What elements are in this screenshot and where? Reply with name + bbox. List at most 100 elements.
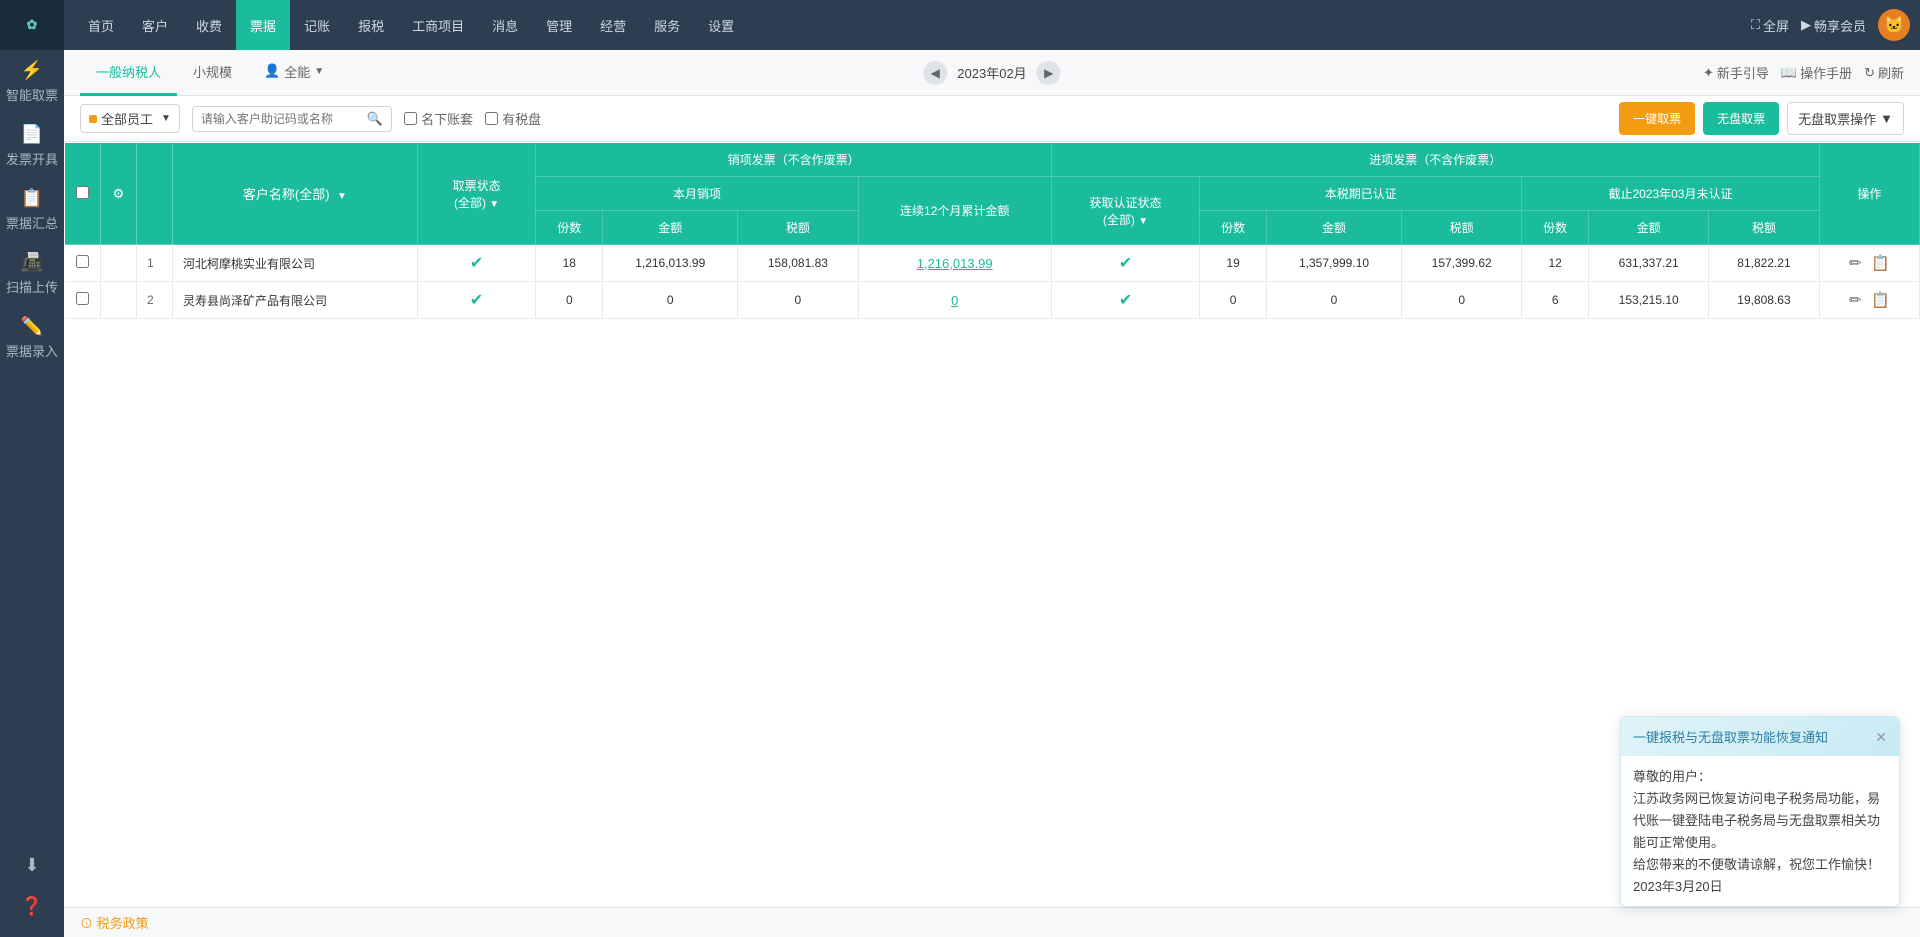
sidebar-item-label: 票据录入: [6, 341, 58, 360]
notification-title: 一键报税与无盘取票功能恢复通知: [1633, 727, 1828, 746]
tab-small-scale[interactable]: 小规模: [177, 50, 248, 96]
continuous12-link[interactable]: 1,216,013.99: [917, 256, 993, 271]
nav-business[interactable]: 工商项目: [398, 0, 478, 50]
fullscreen-icon: ⛶: [1751, 17, 1760, 33]
nav-management[interactable]: 管理: [532, 0, 586, 50]
td-purch-cert-tax: 0: [1402, 282, 1522, 319]
td-purch-cert-count: 0: [1200, 282, 1267, 319]
sidebar-item-label: 票据汇总: [6, 213, 58, 232]
guide-icon: ✦: [1703, 65, 1714, 81]
sidebar-item-invoice-entry[interactable]: ✏️ 票据录入: [0, 306, 64, 370]
nav-billing[interactable]: 收费: [182, 0, 236, 50]
nav-customer[interactable]: 客户: [128, 0, 182, 50]
check-icon: ✔: [470, 292, 483, 309]
tabbar-right-actions: ✦ 新手引导 📖 操作手册 ↻ 刷新: [1703, 63, 1904, 82]
td-checkbox: [65, 245, 101, 282]
filter-icon[interactable]: ▼: [1138, 216, 1148, 227]
account-checkbox-input[interactable]: [404, 112, 417, 125]
new-guide-button[interactable]: ✦ 新手引导: [1703, 63, 1769, 82]
td-settings: [101, 245, 137, 282]
refresh-icon: ↻: [1864, 65, 1875, 81]
filter-icon[interactable]: ▼: [489, 199, 499, 210]
th-sales-count: 份数: [536, 211, 603, 245]
no-disk-operation-button[interactable]: 无盘取票操作 ▼: [1787, 102, 1904, 135]
td-purch-uncert-tax: 81,822.21: [1709, 245, 1819, 282]
notification-panel: 一键报税与无盘取票功能恢复通知 ✕ 尊敬的用户： 江苏政务网已恢复访问电子税务局…: [1620, 716, 1900, 907]
th-checkbox: [65, 143, 101, 245]
nav-tax[interactable]: 报税: [344, 0, 398, 50]
th-purch-cert-tax: 税额: [1402, 211, 1522, 245]
topnav-right: ⛶ 全屏 ▶ 畅享会员 🐱: [1751, 9, 1910, 41]
th-sales-amount: 金额: [603, 211, 738, 245]
tab-general-taxpayer[interactable]: 一般纳税人: [80, 50, 177, 96]
th-this-month-sales: 本月销项: [536, 177, 858, 211]
user-icon: 👤: [264, 63, 280, 79]
td-purch-uncert-tax: 19,808.63: [1709, 282, 1819, 319]
prev-period-button[interactable]: ◀: [923, 61, 947, 85]
nav-message[interactable]: 消息: [478, 0, 532, 50]
settings-icon[interactable]: ⚙: [113, 186, 125, 201]
nav-operation[interactable]: 经营: [586, 0, 640, 50]
sidebar-logo[interactable]: ✿: [0, 0, 64, 50]
status-bar: ⊙ 税务政策: [64, 907, 1920, 937]
nav-home[interactable]: 首页: [74, 0, 128, 50]
row-checkbox[interactable]: [76, 292, 89, 305]
customer-search-input[interactable]: [201, 112, 361, 126]
td-purch-uncert-count: 12: [1522, 245, 1589, 282]
notification-close-button[interactable]: ✕: [1875, 730, 1887, 744]
scan-upload-icon: 📠: [21, 252, 43, 273]
td-sales-tax: 0: [738, 282, 858, 319]
td-cert-status: ✔: [1051, 282, 1199, 319]
invoice-open-icon: 📄: [21, 124, 43, 145]
search-icon[interactable]: 🔍: [367, 111, 383, 127]
invoice-summary-icon: 📋: [21, 188, 43, 209]
sidebar-item-invoice-summary[interactable]: 📋 票据汇总: [0, 178, 64, 242]
fullscreen-button[interactable]: ⛶ 全屏: [1751, 16, 1789, 35]
invoice-table: ⚙ 客户名称(全部) ▼ 取票状态(全部) ▼ 销项发票（不含作废票） 进项发票…: [64, 142, 1920, 319]
sidebar-item-help[interactable]: ❓: [0, 886, 64, 927]
one-click-fetch-button[interactable]: 一键取票: [1619, 102, 1695, 135]
td-purch-uncert-amount: 153,215.10: [1589, 282, 1709, 319]
download-icon: ⬇: [24, 855, 39, 876]
tab-bar: 一般纳税人 小规模 👤 全能 ▼ ◀ 2023年02月 ▶ ✦ 新手引导: [64, 50, 1920, 96]
edit-icon[interactable]: ✏: [1849, 255, 1862, 272]
account-filter-checkbox[interactable]: 名下账套: [404, 109, 473, 128]
tax-policy-link[interactable]: ⊙ 税务政策: [80, 913, 149, 932]
user-avatar[interactable]: 🐱: [1878, 9, 1910, 41]
sidebar-item-smart-fetch[interactable]: ⚡ 智能取票: [0, 50, 64, 114]
tax-disk-filter-checkbox[interactable]: 有税盘: [485, 109, 541, 128]
th-continuous12: 连续12个月累计金额: [858, 177, 1051, 245]
check-icon: ✔: [470, 255, 483, 272]
select-all-checkbox[interactable]: [76, 186, 89, 199]
detail-icon[interactable]: 📋: [1871, 292, 1890, 309]
table-row: 1 河北柯摩桃实业有限公司 ✔ 18 1,216,013.99 158,081.…: [65, 245, 1920, 282]
filter-icon[interactable]: ▼: [337, 191, 347, 202]
nav-service[interactable]: 服务: [640, 0, 694, 50]
nav-invoice[interactable]: 票据: [236, 0, 290, 50]
row-checkbox[interactable]: [76, 255, 89, 268]
edit-icon[interactable]: ✏: [1849, 292, 1862, 309]
refresh-button[interactable]: ↻ 刷新: [1864, 63, 1904, 82]
manual-button[interactable]: 📖 操作手册: [1781, 63, 1852, 82]
member-button[interactable]: ▶ 畅享会员: [1801, 16, 1866, 35]
sidebar-item-invoice-open[interactable]: 📄 发票开具: [0, 114, 64, 178]
no-disk-fetch-button[interactable]: 无盘取票: [1703, 102, 1779, 135]
member-icon: ▶: [1801, 17, 1811, 33]
tax-disk-checkbox-input[interactable]: [485, 112, 498, 125]
nav-bookkeeping[interactable]: 记账: [290, 0, 344, 50]
continuous12-link[interactable]: 0: [951, 293, 958, 308]
th-sales-tax: 税额: [738, 211, 858, 245]
sidebar-item-label: 智能取票: [6, 85, 58, 104]
detail-icon[interactable]: 📋: [1871, 255, 1890, 272]
sidebar-item-download[interactable]: ⬇: [0, 845, 64, 886]
dropdown-arrow-icon: ▼: [1880, 111, 1893, 126]
nav-settings[interactable]: 设置: [694, 0, 748, 50]
tab-all[interactable]: 👤 全能 ▼: [248, 50, 340, 96]
th-purch-uncert-count: 份数: [1522, 211, 1589, 245]
top-navigation: 首页 客户 收费 票据 记账 报税 工商项目 消息 管理 经营 服务 设置 ⛶ …: [64, 0, 1920, 50]
td-actions: ✏ 📋: [1819, 282, 1919, 319]
invoice-entry-icon: ✏️: [21, 316, 43, 337]
sidebar-item-scan-upload[interactable]: 📠 扫描上传: [0, 242, 64, 306]
employee-filter[interactable]: 全部员工 ▼: [80, 104, 180, 133]
next-period-button[interactable]: ▶: [1037, 61, 1061, 85]
